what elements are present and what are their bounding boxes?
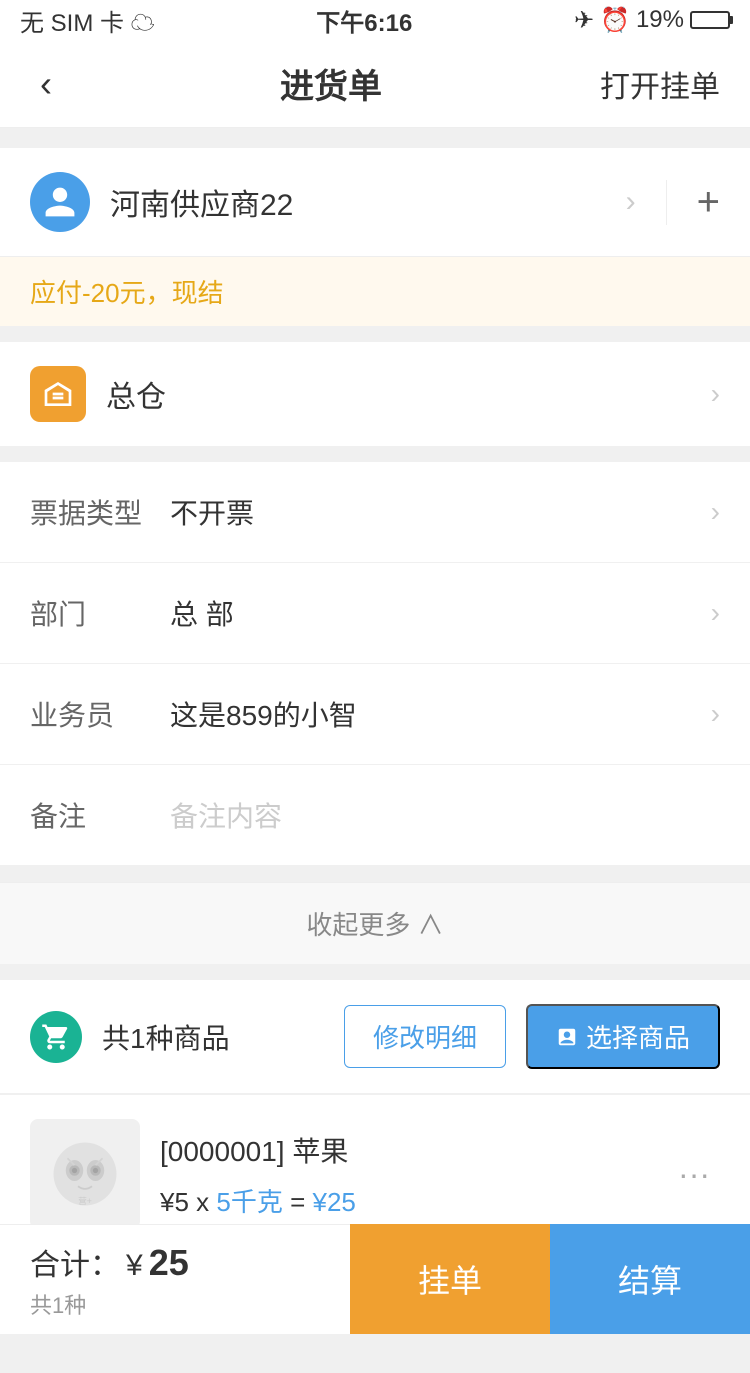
product-info: [0000001] 苹果 ¥5 x 5千克 = ¥25 xyxy=(160,1130,648,1219)
nav-bar: ‹ 进货单 打开挂单 xyxy=(0,40,750,128)
total-symbol: ¥ xyxy=(126,1249,143,1283)
supplier-avatar xyxy=(30,172,90,232)
product-count-icon xyxy=(30,1011,82,1063)
warehouse-name: 总仓 xyxy=(106,372,711,416)
department-value: 总 部 xyxy=(150,593,711,633)
location-icon: ✈ xyxy=(574,6,594,35)
status-right: ✈ ⏰ 19% xyxy=(574,6,730,35)
sim-status: 无 SIM 卡 ☁ xyxy=(20,3,155,38)
notice-bar: 应付-20元，现结 xyxy=(0,257,750,326)
svg-text:营+: 营+ xyxy=(78,1195,92,1206)
product-count-text: 共1种商品 xyxy=(102,1017,324,1057)
product-qty: 5千克 xyxy=(216,1187,282,1217)
warehouse-chevron-icon: › xyxy=(711,378,720,410)
product-thumbnail: 营+ xyxy=(30,1119,140,1229)
product-total: ¥25 xyxy=(313,1187,356,1217)
invoice-type-chevron: › xyxy=(711,496,720,528)
page-title: 进货单 xyxy=(280,59,382,108)
person-icon xyxy=(42,184,78,220)
sales-rep-label: 业务员 xyxy=(30,694,150,734)
supplier-section: 河南供应商22 › + 应付-20元，现结 xyxy=(0,148,750,326)
edit-detail-button[interactable]: 修改明细 xyxy=(344,1005,506,1068)
collapse-bar[interactable]: 收起更多 ∧ xyxy=(0,882,750,964)
add-supplier-button[interactable]: + xyxy=(666,180,720,225)
select-product-label: 选择商品 xyxy=(586,1018,690,1055)
bottom-bar: 合计： ¥ 25 共1种 挂单 结算 xyxy=(0,1224,750,1334)
product-thumb-inner: 营+ xyxy=(45,1134,125,1214)
battery-percent: 19% xyxy=(636,6,684,34)
unit-price: ¥5 xyxy=(160,1187,189,1217)
warehouse-icon xyxy=(30,366,86,422)
status-bar: 无 SIM 卡 ☁ 下午6:16 ✈ ⏰ 19% xyxy=(0,0,750,40)
department-row[interactable]: 部门 总 部 › xyxy=(0,563,750,664)
battery-icon xyxy=(690,11,730,29)
product-more-button[interactable]: ··· xyxy=(668,1146,720,1203)
hang-button[interactable]: 挂单 xyxy=(350,1224,550,1334)
invoice-type-label: 票据类型 xyxy=(30,492,150,532)
supplier-row[interactable]: 河南供应商22 › + xyxy=(0,148,750,257)
back-button[interactable]: ‹ xyxy=(30,53,62,115)
invoice-type-value: 不开票 xyxy=(150,492,711,532)
total-amount: 25 xyxy=(149,1242,189,1284)
checkout-button[interactable]: 结算 xyxy=(550,1224,750,1334)
cart-icon xyxy=(41,1022,71,1052)
product-title: 苹果 xyxy=(292,1136,348,1167)
product-header: 共1种商品 修改明细 选择商品 xyxy=(0,980,750,1093)
supplier-name: 河南供应商22 xyxy=(110,180,626,224)
alarm-icon: ⏰ xyxy=(600,6,630,35)
remark-label: 备注 xyxy=(30,795,150,835)
owl-logo-icon: 营+ xyxy=(50,1139,120,1209)
status-time: 下午6:16 xyxy=(316,3,412,38)
product-code: [0000001] xyxy=(160,1136,285,1167)
status-left: 无 SIM 卡 ☁ xyxy=(20,3,155,38)
sales-rep-chevron: › xyxy=(711,698,720,730)
total-main: 合计： ¥ 25 xyxy=(30,1240,320,1284)
warehouse-svg xyxy=(42,378,74,410)
supplier-chevron-icon: › xyxy=(626,185,636,219)
equal-sign: = xyxy=(290,1187,312,1217)
total-area: 合计： ¥ 25 共1种 xyxy=(0,1224,350,1334)
sales-rep-row[interactable]: 业务员 这是859的小智 › xyxy=(0,664,750,765)
multiply-sign: x xyxy=(196,1187,216,1217)
department-chevron: › xyxy=(711,597,720,629)
product-name: [0000001] 苹果 xyxy=(160,1130,648,1170)
select-product-icon xyxy=(556,1026,578,1048)
remark-input[interactable]: 备注内容 xyxy=(150,795,720,835)
total-label: 合计： xyxy=(30,1240,120,1284)
sales-rep-value: 这是859的小智 xyxy=(150,694,711,734)
warehouse-section: 总仓 › xyxy=(0,342,750,446)
department-label: 部门 xyxy=(30,593,150,633)
product-price: ¥5 x 5千克 = ¥25 xyxy=(160,1182,648,1219)
select-product-button[interactable]: 选择商品 xyxy=(526,1004,720,1069)
total-sub: 共1种 xyxy=(30,1288,320,1320)
form-section: 票据类型 不开票 › 部门 总 部 › 业务员 这是859的小智 › 备注 备注… xyxy=(0,462,750,866)
invoice-type-row[interactable]: 票据类型 不开票 › xyxy=(0,462,750,563)
divider-top xyxy=(0,128,750,148)
warehouse-row[interactable]: 总仓 › xyxy=(0,342,750,446)
remark-row[interactable]: 备注 备注内容 xyxy=(0,765,750,866)
open-hang-button[interactable]: 打开挂单 xyxy=(600,62,720,106)
